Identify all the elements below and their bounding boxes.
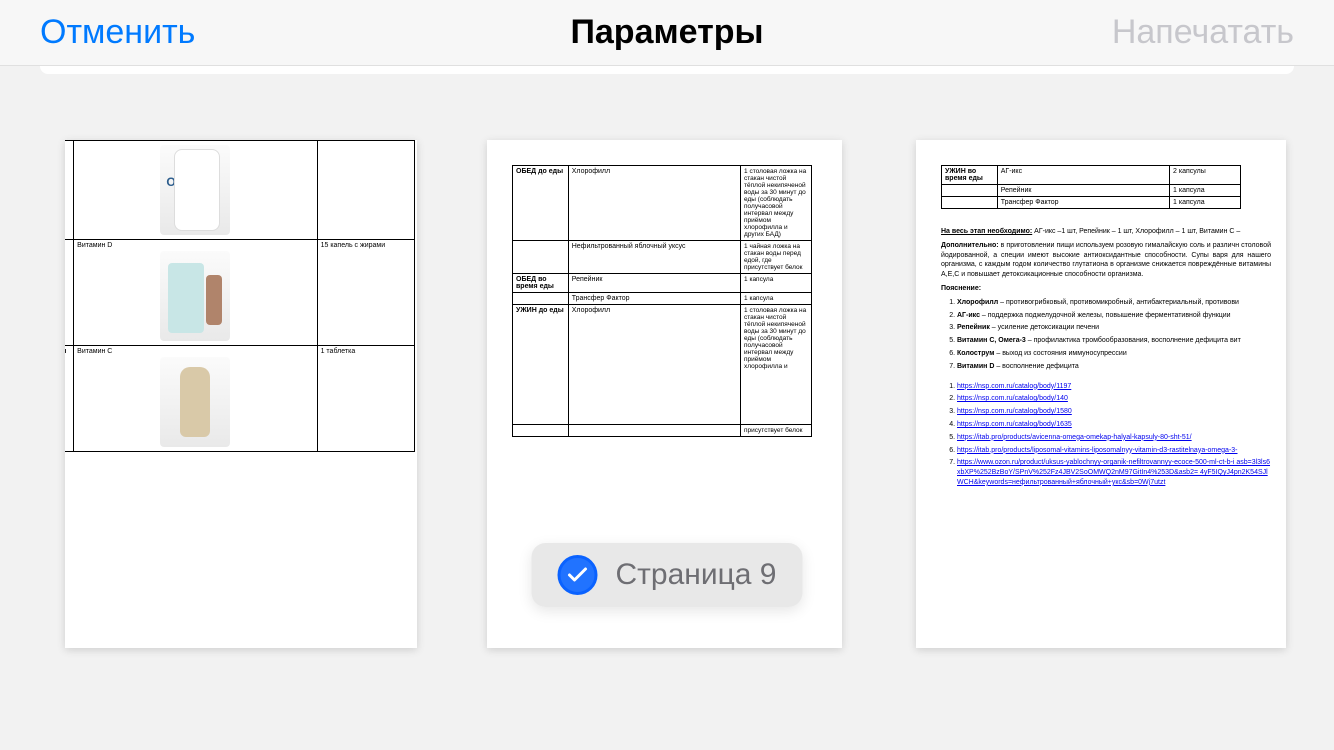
explanation-list: Хлорофилл – противогрибковый, противомик… [957, 298, 1271, 372]
cell-text: 1 таблетка [317, 346, 414, 452]
list-item: https://itab.pro/products/avicenna-omega… [957, 433, 1271, 443]
supplement-table: ОБЕД до едыХлорофилл1 столовая ложка на … [512, 165, 812, 437]
page-thumbnail-3[interactable]: УЖИН во время едыАГ-икс2 капсулы Репейни… [916, 140, 1286, 648]
list-item: https://nsp.com.ru/catalog/body/140 [957, 394, 1271, 404]
cancel-button[interactable]: Отменить [40, 13, 195, 52]
list-item: Хлорофилл – противогрибковый, противомик… [957, 298, 1271, 308]
list-item: Витамин С, Омега-3 – профилактика тромбо… [957, 336, 1271, 346]
cell-text: Витамин C [77, 348, 112, 355]
link[interactable]: https://nsp.com.ru/catalog/body/1197 [957, 383, 1071, 390]
list-item: https://nsp.com.ru/catalog/body/1580 [957, 407, 1271, 417]
print-preview-pages[interactable]: Витамин D 15 капель с жирами УТРО после … [0, 140, 1334, 750]
supplement-table: УЖИН во время едыАГ-икс2 капсулы Репейни… [941, 165, 1241, 209]
table-row: ОБЕД до едыХлорофилл1 столовая ложка на … [513, 166, 812, 241]
table-row: УЖИН во время едыАГ-икс2 капсулы [942, 166, 1241, 185]
link[interactable]: https://itab.pro/products/liposomal-vita… [957, 447, 1238, 454]
page-thumbnail-1[interactable]: Витамин D 15 капель с жирами УТРО после … [65, 140, 417, 648]
link[interactable]: https://nsp.com.ru/catalog/body/1635 [957, 421, 1072, 428]
print-button: Напечатать [1112, 13, 1294, 52]
list-item: Репейник – усиление детоксикации печени [957, 323, 1271, 333]
checkmark-icon [558, 555, 598, 595]
table-row: присутствует белок [513, 425, 812, 437]
print-options-header: Отменить Параметры Напечатать [0, 0, 1334, 66]
cell-text: 15 капель с жирами [317, 240, 414, 346]
list-item: https://www.ozon.ru/product/uksus-yabloc… [957, 458, 1271, 487]
supplement-table: Витамин D 15 капель с жирами УТРО после … [65, 140, 415, 452]
document-text: На весь этап необходимо: АГ-икс –1 шт, Р… [941, 227, 1271, 488]
table-row: Нефильтрованный яблочный уксус1 чайная л… [513, 241, 812, 274]
table-row: ОБЕД во время едыРепейник1 капсула [513, 274, 812, 293]
table-row: Трансфер Фактор1 капсула [513, 293, 812, 305]
link[interactable]: https://nsp.com.ru/catalog/body/1580 [957, 408, 1072, 415]
product-image-vitamin-c [160, 357, 230, 447]
page-indicator-toast[interactable]: Страница 9 [532, 543, 803, 607]
link[interactable]: https://itab.pro/products/avicenna-omega… [957, 434, 1192, 441]
list-item: Витамин D – восполнение дефицита [957, 362, 1271, 372]
table-row: УТРО после еды Витамин C 1 таблетка [65, 346, 415, 452]
list-item: https://nsp.com.ru/catalog/body/1197 [957, 382, 1271, 392]
table-row: Витамин D 15 капель с жирами [65, 240, 415, 346]
settings-card [40, 66, 1294, 74]
link[interactable]: https://www.ozon.ru/product/uksus-yabloc… [957, 459, 1270, 486]
product-image-omecap [160, 145, 230, 235]
page-title: Параметры [570, 13, 763, 52]
list-item: https://itab.pro/products/liposomal-vita… [957, 446, 1271, 456]
table-row: Репейник1 капсула [942, 185, 1241, 197]
table-row: Трансфер Фактор1 капсула [942, 197, 1241, 209]
cell-text: Витамин D [77, 242, 112, 249]
list-item: АГ-икс – поддержка поджелудочной железы,… [957, 311, 1271, 321]
page-indicator-label: Страница 9 [616, 558, 777, 592]
table-row [65, 141, 415, 240]
table-row: УЖИН до едыХлорофилл1 столовая ложка на … [513, 305, 812, 425]
list-item: https://nsp.com.ru/catalog/body/1635 [957, 420, 1271, 430]
product-image-vitamin-d [160, 251, 230, 341]
links-list: https://nsp.com.ru/catalog/body/1197 htt… [957, 382, 1271, 488]
list-item: Колострум – выход из состояния иммуносуп… [957, 349, 1271, 359]
cell-text: УТРО после еды [65, 346, 74, 452]
link[interactable]: https://nsp.com.ru/catalog/body/140 [957, 395, 1068, 402]
